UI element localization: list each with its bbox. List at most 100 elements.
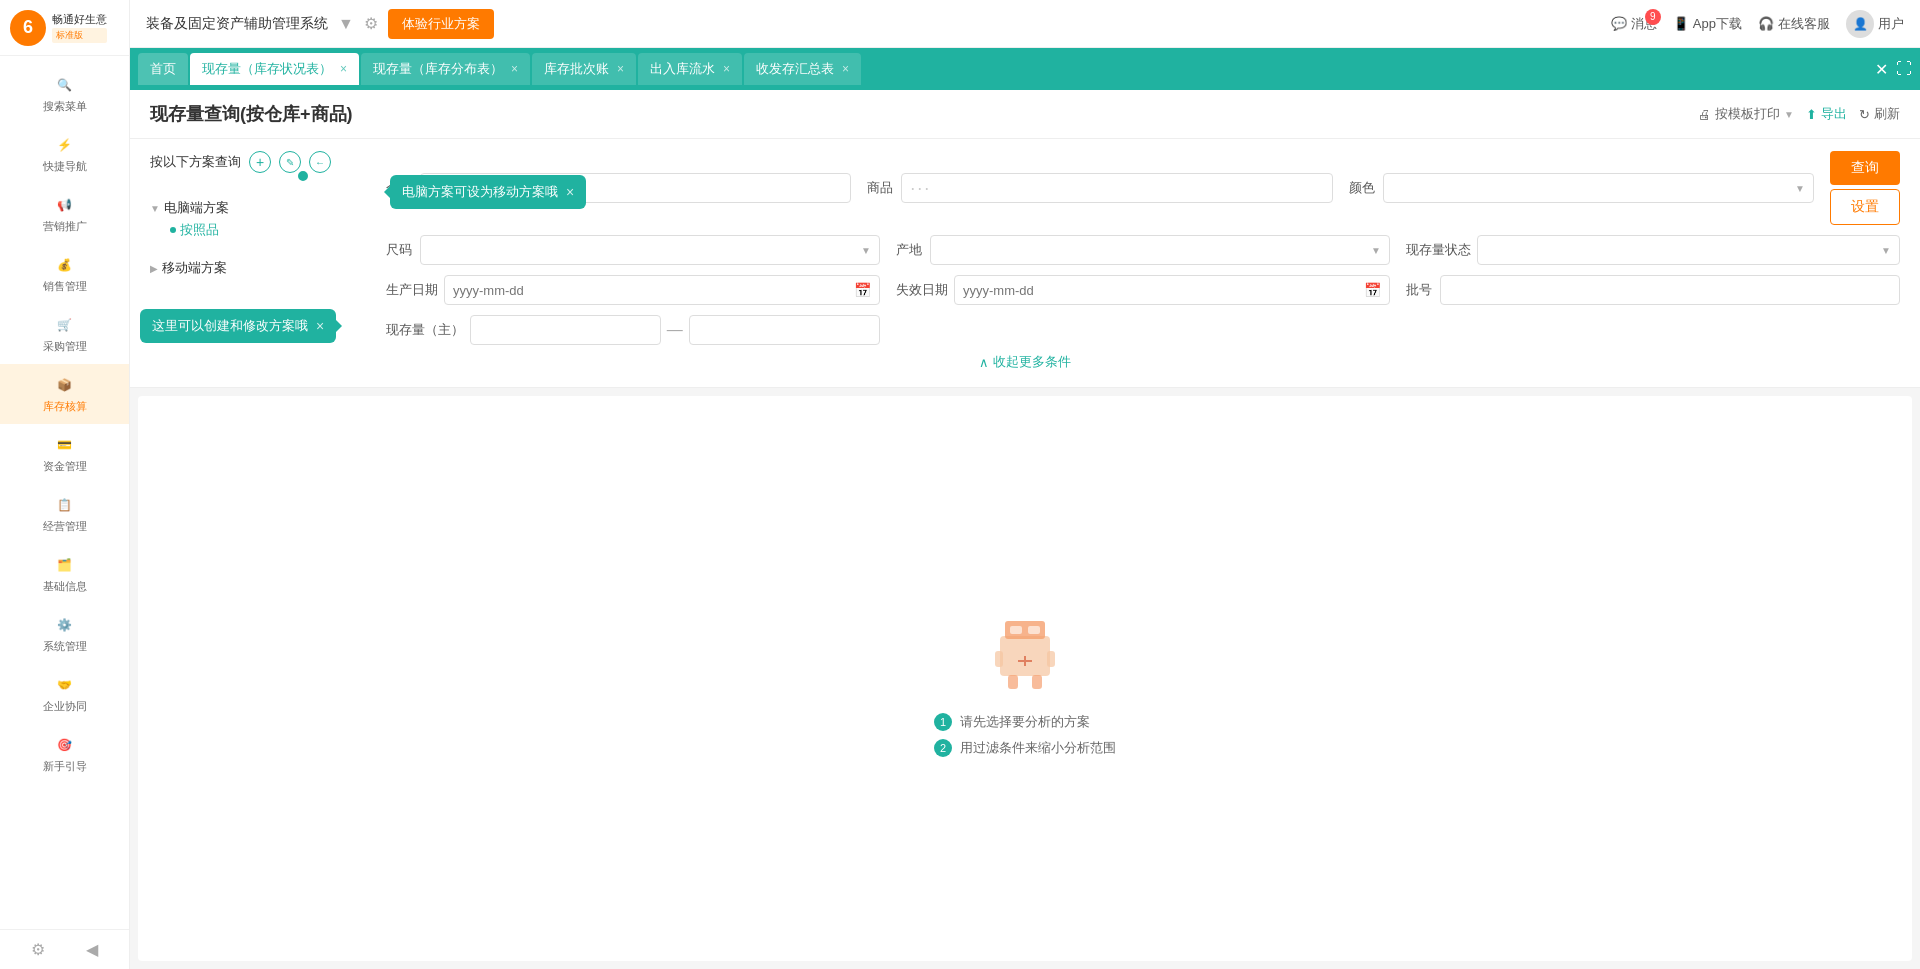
sidebar-icon-operation: 📋 (54, 494, 76, 516)
logo-icon: 6 (10, 10, 46, 46)
export-button[interactable]: ⬆ 导出 (1806, 105, 1847, 123)
tab-receive-summary-close[interactable]: × (842, 62, 849, 76)
print-button[interactable]: 🖨 按模板打印 ▼ (1698, 105, 1794, 123)
tab-home[interactable]: 首页 (138, 53, 188, 85)
sidebar-bottom: ⚙ ◀ (0, 929, 129, 969)
sidebar-icon-basic: 🗂️ (54, 554, 76, 576)
sidebar-icon-enterprise: 🤝 (54, 674, 76, 696)
tab-inout-flow[interactable]: 出入库流水 × (638, 53, 742, 85)
maximize-icon[interactable]: ⛶ (1896, 60, 1912, 78)
batch-input[interactable] (1449, 276, 1891, 304)
filter-area: 按以下方案查询 + ✎ ← 电脑方案可设为移动方案哦 × (130, 139, 1920, 388)
color-select[interactable]: ▼ (1383, 173, 1814, 203)
back-scheme-button[interactable]: ← (309, 151, 331, 173)
sidebar-label-guide: 新手引导 (43, 759, 87, 774)
inv-qty-min-wrap[interactable] (470, 315, 661, 345)
exp-date-input[interactable] (963, 283, 1364, 298)
tooltip-main-close[interactable]: × (566, 184, 574, 200)
sidebar-item-system[interactable]: ⚙️ 系统管理 (0, 604, 129, 664)
tab-batch-account[interactable]: 库存批次账 × (532, 53, 636, 85)
scheme-pc-child-0[interactable]: 按照品 (170, 219, 370, 241)
inv-qty-max-wrap[interactable] (689, 315, 880, 345)
print-label: 按模板打印 (1715, 105, 1780, 123)
svg-rect-8 (1008, 675, 1018, 689)
edit-scheme-button[interactable]: ✎ (279, 151, 301, 173)
collapse-row: ∧ 收起更多条件 (150, 345, 1900, 375)
sidebar-item-purchase[interactable]: 🛒 采购管理 (0, 304, 129, 364)
size-select[interactable]: ▼ (420, 235, 880, 265)
system-name: 装备及固定资产辅助管理系统 (146, 15, 328, 33)
scheme-pc-children: 按照品 这里可以创建和修改方案哦 × (170, 219, 370, 241)
origin-chevron-icon: ▼ (1371, 245, 1381, 256)
add-scheme-button[interactable]: + (249, 151, 271, 173)
inv-status-select[interactable]: ▼ (1477, 235, 1900, 265)
sidebar-item-sales[interactable]: 💰 销售管理 (0, 244, 129, 304)
batch-input-wrap[interactable] (1440, 275, 1900, 305)
online-support-button[interactable]: 🎧 在线客服 (1758, 15, 1830, 33)
notification-button[interactable]: 💬 消息 9 (1611, 15, 1657, 33)
tooltip-sub-close[interactable]: × (316, 318, 324, 334)
gear-icon[interactable]: ⚙ (364, 14, 378, 33)
prod-date-input[interactable] (453, 283, 854, 298)
tab-inventory-status[interactable]: 现存量（库存状况表） × (190, 53, 359, 85)
tab-batch-account-close[interactable]: × (617, 62, 624, 76)
inv-status-label: 现存量状态 (1406, 241, 1471, 259)
scheme-pc-child-0-label: 按照品 (180, 221, 219, 239)
scheme-pc-parent[interactable]: ▼ 电脑端方案 (150, 197, 370, 219)
empty-illustration (975, 601, 1075, 701)
tab-receive-summary[interactable]: 收发存汇总表 × (744, 53, 861, 85)
tab-receive-summary-label: 收发存汇总表 (756, 60, 834, 78)
sidebar-item-operation[interactable]: 📋 经营管理 (0, 484, 129, 544)
collapse-button[interactable]: ∧ 收起更多条件 (979, 353, 1071, 371)
inv-qty-range: — (470, 315, 880, 345)
collapse-sidebar-icon[interactable]: ◀ (86, 940, 98, 959)
page-actions: 🖨 按模板打印 ▼ ⬆ 导出 ↻ 刷新 (1698, 105, 1900, 123)
exp-date-input-wrap[interactable]: 📅 (954, 275, 1390, 305)
sidebar-item-guide[interactable]: 🎯 新手引导 (0, 724, 129, 784)
tab-inventory-status-close[interactable]: × (340, 62, 347, 76)
sidebar-item-search[interactable]: 🔍 搜索菜单 (0, 64, 129, 124)
tooltip-sub-text: 这里可以创建和修改方案哦 (152, 317, 308, 335)
tab-inout-flow-close[interactable]: × (723, 62, 730, 76)
close-all-tabs-icon[interactable]: ✕ (1875, 60, 1888, 79)
tab-inventory-dist-label: 现存量（库存分布表） (373, 60, 503, 78)
sidebar-label-system: 系统管理 (43, 639, 87, 654)
header-left: 装备及固定资产辅助管理系统 ▼ ⚙ 体验行业方案 (146, 9, 494, 39)
sidebar-item-quicknav[interactable]: ⚡ 快捷导航 (0, 124, 129, 184)
inv-qty-min-input[interactable] (479, 316, 652, 344)
product-label: 商品 (867, 179, 895, 197)
inv-qty-max-input[interactable] (698, 316, 871, 344)
sidebar: 6 畅通好生意 标准版 🔍 搜索菜单 ⚡ 快捷导航 📢 营销推广 💰 销售管理 … (0, 0, 130, 969)
refresh-button[interactable]: ↻ 刷新 (1859, 105, 1900, 123)
user-profile-button[interactable]: 👤 用户 (1846, 10, 1904, 38)
app-download-button[interactable]: 📱 App下载 (1673, 15, 1742, 33)
sidebar-item-enterprise[interactable]: 🤝 企业协同 (0, 664, 129, 724)
sidebar-item-inventory[interactable]: 📦 库存核算 (0, 364, 129, 424)
origin-select[interactable]: ▼ (930, 235, 1390, 265)
sidebar-item-marketing[interactable]: 📢 营销推广 (0, 184, 129, 244)
page-header: 现存量查询(按仓库+商品) 🖨 按模板打印 ▼ ⬆ 导出 ↻ 刷新 (130, 90, 1920, 139)
prod-date-input-wrap[interactable]: 📅 (444, 275, 880, 305)
sidebar-label-basic: 基础信息 (43, 579, 87, 594)
system-dropdown-icon[interactable]: ▼ (338, 15, 354, 33)
sidebar-icon-guide: 🎯 (54, 734, 76, 756)
svg-rect-7 (1047, 651, 1055, 667)
scheme-mobile-parent[interactable]: ▶ 移动端方案 (150, 257, 370, 279)
collapse-label: 收起更多条件 (993, 353, 1071, 371)
settings-icon[interactable]: ⚙ (31, 940, 45, 959)
query-button[interactable]: 查询 (1830, 151, 1900, 185)
sidebar-item-finance[interactable]: 💳 资金管理 (0, 424, 129, 484)
sidebar-label-search: 搜索菜单 (43, 99, 87, 114)
logo-badge: 标准版 (52, 28, 107, 43)
avatar: 👤 (1846, 10, 1874, 38)
size-label: 尺码 (386, 241, 414, 259)
experience-button[interactable]: 体验行业方案 (388, 9, 494, 39)
product-input-wrap: ··· (901, 173, 1332, 203)
set-button[interactable]: 设置 (1830, 189, 1900, 225)
tab-inventory-dist-close[interactable]: × (511, 62, 518, 76)
tab-inventory-status-label: 现存量（库存状况表） (202, 60, 332, 78)
tab-inventory-dist[interactable]: 现存量（库存分布表） × (361, 53, 530, 85)
sidebar-item-basic[interactable]: 🗂️ 基础信息 (0, 544, 129, 604)
app-download-label: App下载 (1693, 15, 1742, 33)
tab-batch-account-label: 库存批次账 (544, 60, 609, 78)
